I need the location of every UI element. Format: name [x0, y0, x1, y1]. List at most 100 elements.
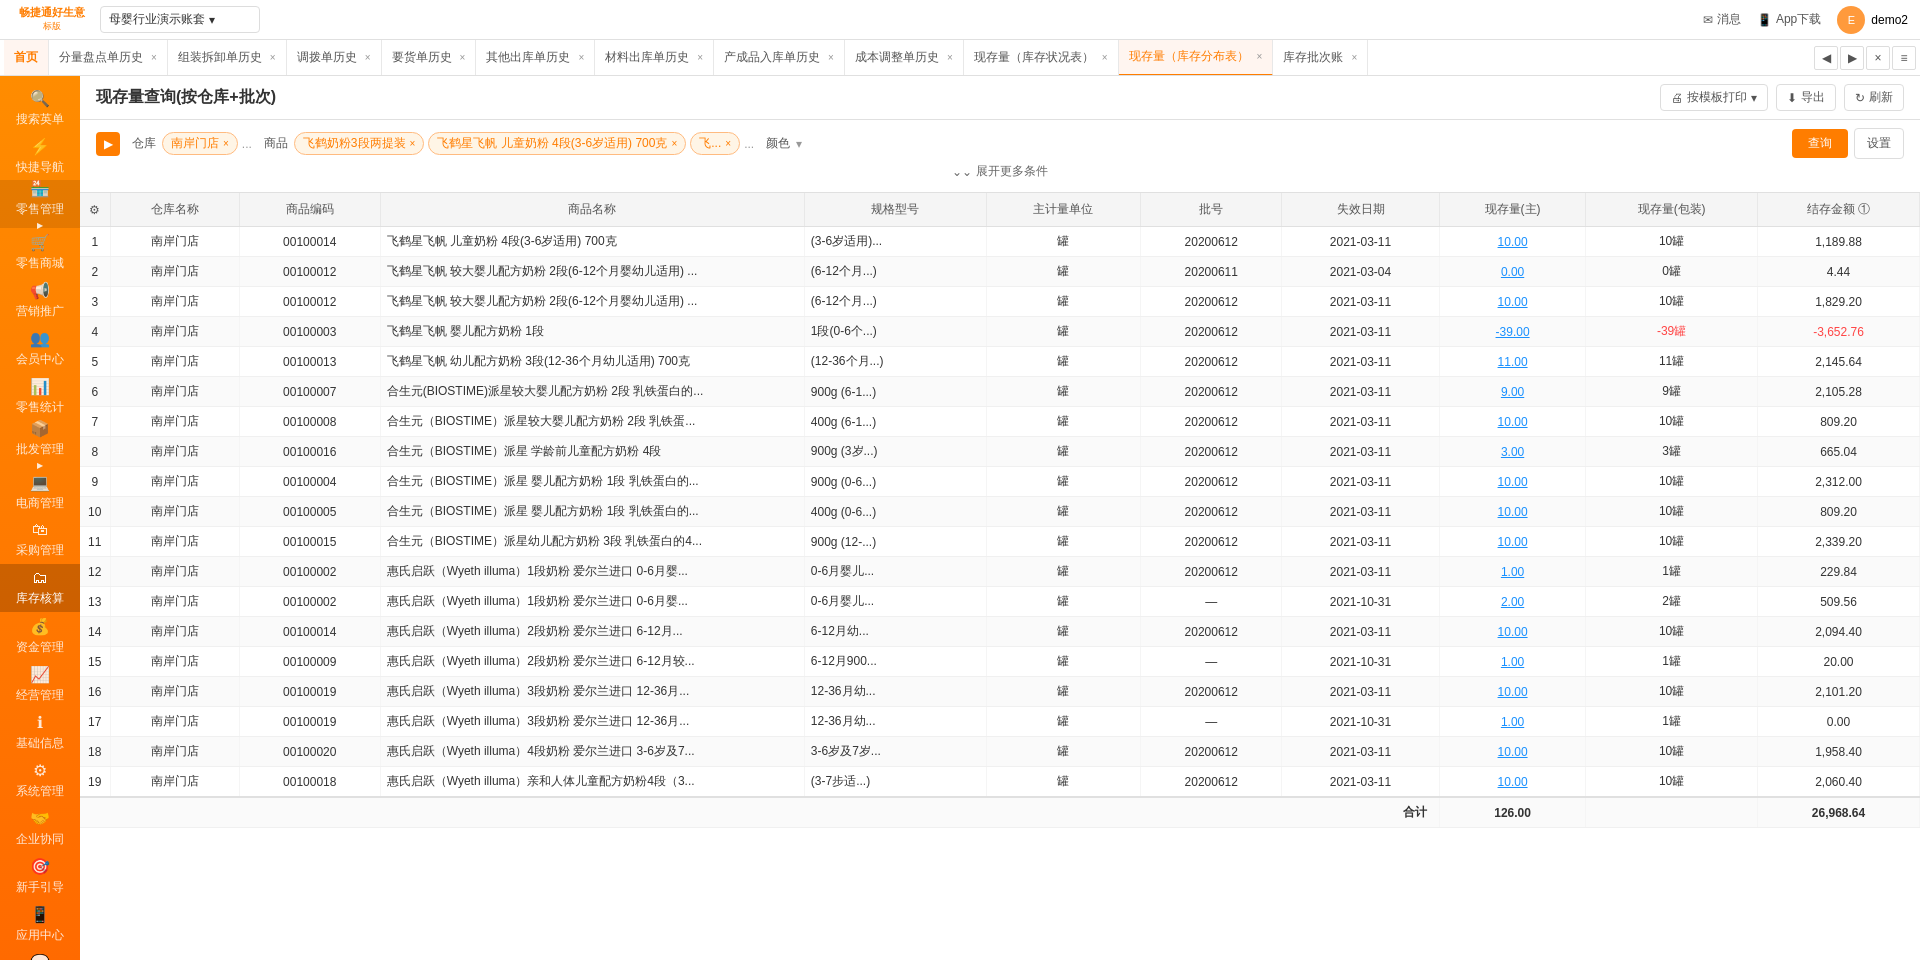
cell-qty-main[interactable]: 2.00 [1439, 587, 1585, 617]
template-print-btn[interactable]: 🖨 按模板打印 ▾ [1660, 84, 1768, 111]
cell-qty-main[interactable]: 10.00 [1439, 737, 1585, 767]
sidebar-item-inventory[interactable]: 🗂 库存核算 [0, 564, 80, 612]
sidebar-item-purchase[interactable]: 🛍 采购管理 [0, 516, 80, 564]
warehouse-tag[interactable]: 南岸门店 × [162, 132, 238, 155]
cell-qty-main[interactable]: 9.00 [1439, 377, 1585, 407]
cell-qty-main[interactable]: 11.00 [1439, 347, 1585, 377]
cell-qty-main[interactable]: 1.00 [1439, 707, 1585, 737]
tab-10[interactable]: 现存量（库存分布表） × [1119, 40, 1274, 76]
cell-qty-pkg: 10罐 [1586, 467, 1758, 497]
tab-close-all-btn[interactable]: × [1866, 46, 1890, 70]
cell-qty-main[interactable]: 10.00 [1439, 227, 1585, 257]
sidebar-app-center-label: 应用中心 [16, 927, 64, 944]
tab-4[interactable]: 要货单历史 × [382, 40, 477, 76]
tab-7[interactable]: 产成品入库单历史 × [714, 40, 845, 76]
app-download-btn[interactable]: 📱 App下载 [1757, 11, 1821, 28]
sidebar-item-member[interactable]: 👥 会员中心 [0, 324, 80, 372]
cell-qty-main[interactable]: 10.00 [1439, 287, 1585, 317]
tab-3-close[interactable]: × [365, 52, 371, 63]
sidebar-item-collab[interactable]: 🤝 企业协同 [0, 804, 80, 852]
cell-qty-main[interactable]: 10.00 [1439, 767, 1585, 798]
cell-qty-main[interactable]: 10.00 [1439, 617, 1585, 647]
tab-2[interactable]: 组装拆卸单历史 × [168, 40, 287, 76]
tab-6[interactable]: 材料出库单历史 × [595, 40, 714, 76]
product-tag-3-close[interactable]: × [725, 138, 731, 149]
sidebar-item-app-center[interactable]: 📱 应用中心 [0, 900, 80, 948]
cell-qty-main[interactable]: 10.00 [1439, 677, 1585, 707]
cell-spec: 900g (0-6...) [804, 467, 986, 497]
export-btn[interactable]: ⬇ 导出 [1776, 84, 1836, 111]
product-tag-2[interactable]: 飞鹤星飞帆 儿童奶粉 4段(3-6岁适用) 700克 × [428, 132, 686, 155]
sidebar-item-wechat[interactable]: 💬 企业微信 [0, 948, 80, 960]
product-filter-more[interactable]: ... [744, 137, 754, 151]
sidebar-item-ecommerce[interactable]: 💻 电商管理 [0, 468, 80, 516]
tab-7-close[interactable]: × [828, 52, 834, 63]
sidebar-item-finance[interactable]: 💰 资金管理 [0, 612, 80, 660]
product-tag-2-close[interactable]: × [671, 138, 677, 149]
cell-qty-main[interactable]: 10.00 [1439, 467, 1585, 497]
sidebar-item-retail-stats[interactable]: 📊 零售统计 [0, 372, 80, 420]
tab-5-close[interactable]: × [578, 52, 584, 63]
page-title: 现存量查询(按仓库+批次) [96, 87, 276, 108]
sidebar-item-retail[interactable]: 🏪 零售管理 ▶ [0, 180, 80, 228]
settings-icon[interactable]: ⚙ [89, 203, 100, 217]
settings-btn[interactable]: 设置 [1854, 128, 1904, 159]
cell-qty-main[interactable]: 3.00 [1439, 437, 1585, 467]
sidebar-item-operation[interactable]: 📈 经营管理 [0, 660, 80, 708]
tab-prev-btn[interactable]: ◀ [1814, 46, 1838, 70]
cell-qty-main[interactable]: 1.00 [1439, 557, 1585, 587]
th-amount: 结存金额 ① [1758, 193, 1920, 227]
refresh-btn[interactable]: ↻ 刷新 [1844, 84, 1904, 111]
color-expand-btn[interactable]: ▾ [796, 137, 802, 151]
cell-qty-main[interactable]: 10.00 [1439, 407, 1585, 437]
tab-4-close[interactable]: × [460, 52, 466, 63]
message-btn[interactable]: ✉ 消息 [1703, 11, 1741, 28]
tab-next-btn[interactable]: ▶ [1840, 46, 1864, 70]
cell-name: 合生元（BIOSTIME）派星较大婴儿配方奶粉 2段 乳铁蛋... [380, 407, 804, 437]
cell-qty-main[interactable]: 1.00 [1439, 647, 1585, 677]
tab-11-close[interactable]: × [1351, 52, 1357, 63]
product-tag-1-close[interactable]: × [410, 138, 416, 149]
tab-6-close[interactable]: × [697, 52, 703, 63]
expand-more-btn[interactable]: ⌄⌄ 展开更多条件 [96, 159, 1904, 184]
tab-10-close[interactable]: × [1257, 51, 1263, 62]
tab-9[interactable]: 现存量（库存状况表） × [964, 40, 1119, 76]
tab-8[interactable]: 成本调整单历史 × [845, 40, 964, 76]
cell-warehouse: 南岸门店 [110, 617, 239, 647]
tab-1[interactable]: 分量盘点单历史 × [49, 40, 168, 76]
search-btn[interactable]: 查询 [1792, 129, 1848, 158]
tab-8-close[interactable]: × [947, 52, 953, 63]
sidebar-item-quicknav[interactable]: ⚡ 快捷导航 [0, 132, 80, 180]
cell-qty-main[interactable]: 10.00 [1439, 497, 1585, 527]
cell-expire: 2021-03-11 [1282, 497, 1440, 527]
warehouse-tag-close[interactable]: × [223, 138, 229, 149]
sidebar-item-guide[interactable]: 🎯 新手引导 [0, 852, 80, 900]
product-tag-3[interactable]: 飞... × [690, 132, 740, 155]
warehouse-select[interactable]: 母婴行业演示账套 ▾ [100, 6, 260, 33]
warehouse-filter-more[interactable]: ... [242, 137, 252, 151]
cell-name: 惠氏启跃（Wyeth illuma）2段奶粉 爱尔兰进口 6-12月... [380, 617, 804, 647]
tab-11[interactable]: 库存批次账 × [1273, 40, 1368, 76]
tab-1-close[interactable]: × [151, 52, 157, 63]
tab-5[interactable]: 其他出库单历史 × [476, 40, 595, 76]
cell-qty-main[interactable]: 0.00 [1439, 257, 1585, 287]
product-tag-1[interactable]: 飞鹤奶粉3段两提装 × [294, 132, 425, 155]
cell-qty-main[interactable]: 10.00 [1439, 527, 1585, 557]
sidebar-item-wholesale[interactable]: 📦 批发管理 ▶ [0, 420, 80, 468]
cell-spec: (3-7步适...) [804, 767, 986, 798]
cell-no: 4 [80, 317, 110, 347]
tab-menu-btn[interactable]: ≡ [1892, 46, 1916, 70]
sidebar-item-basic-info[interactable]: ℹ 基础信息 [0, 708, 80, 756]
tab-home[interactable]: 首页 [4, 40, 49, 76]
tab-9-close[interactable]: × [1102, 52, 1108, 63]
tab-3[interactable]: 调拨单历史 × [287, 40, 382, 76]
cell-qty-main[interactable]: -39.00 [1439, 317, 1585, 347]
filter-expand-btn[interactable]: ▶ [96, 132, 120, 156]
tab-2-close[interactable]: × [270, 52, 276, 63]
sidebar-item-system[interactable]: ⚙ 系统管理 [0, 756, 80, 804]
user-area[interactable]: E demo2 [1837, 6, 1908, 34]
sidebar-item-marketing[interactable]: 📢 营销推广 [0, 276, 80, 324]
sidebar-item-search[interactable]: 🔍 搜索英单 [0, 84, 80, 132]
th-settings[interactable]: ⚙ [80, 193, 110, 227]
sidebar-item-mall[interactable]: 🛒 零售商城 [0, 228, 80, 276]
